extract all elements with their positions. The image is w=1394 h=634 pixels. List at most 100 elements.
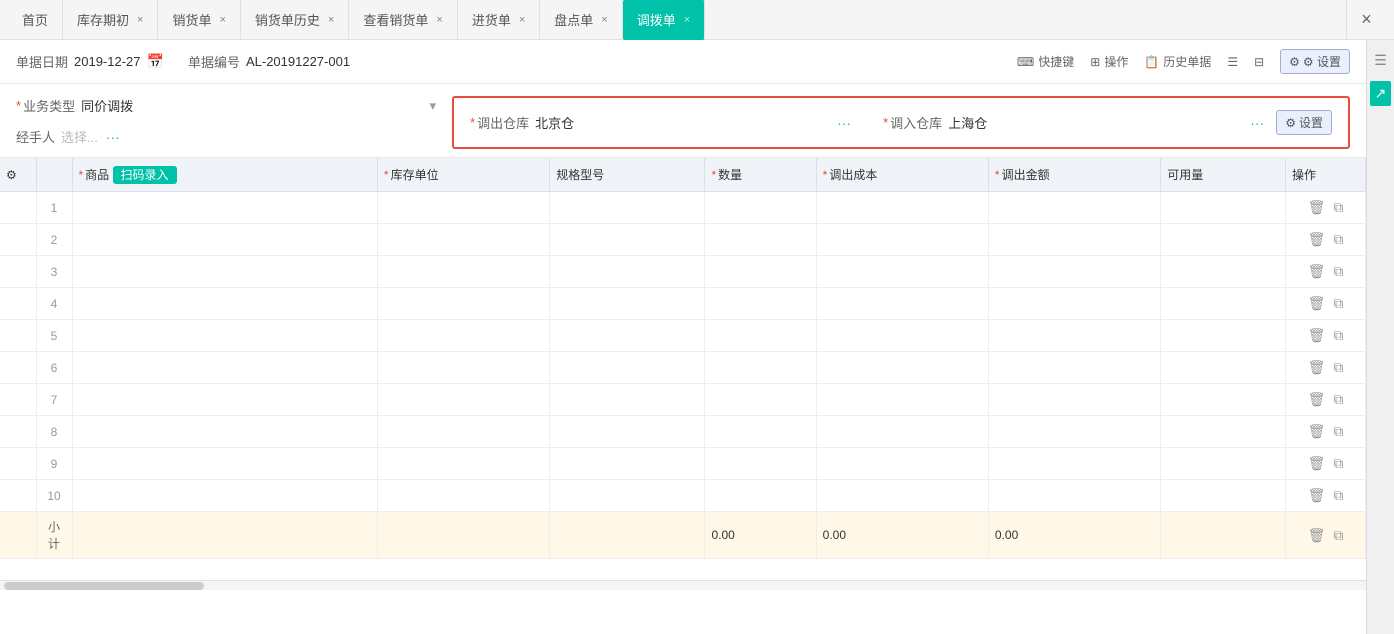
col-header-settings[interactable]: ⚙ <box>0 158 36 192</box>
row-available-5[interactable] <box>1161 320 1286 352</box>
scroll-thumb[interactable] <box>4 582 204 590</box>
row-cost-2[interactable] <box>816 224 988 256</box>
copy-icon-2[interactable]: ⧉ <box>1333 231 1343 248</box>
sidebar-export-icon[interactable]: ↗ <box>1370 81 1392 106</box>
row-spec-10[interactable] <box>550 480 705 512</box>
calendar-icon[interactable]: 📅 <box>147 53 164 70</box>
biz-type-value-container[interactable]: 同价调拨 ▾ <box>81 96 436 115</box>
row-cost-8[interactable] <box>816 416 988 448</box>
row-qty-11[interactable]: 0.00 <box>705 512 816 559</box>
row-unit-2[interactable] <box>377 224 549 256</box>
delete-icon-4[interactable]: 🗑 <box>1308 295 1326 312</box>
row-cost-9[interactable] <box>816 448 988 480</box>
row-product-4[interactable] <box>72 288 377 320</box>
copy-icon-1[interactable]: ⧉ <box>1333 199 1343 216</box>
row-cost-11[interactable]: 0.00 <box>816 512 988 559</box>
row-unit-11[interactable] <box>377 512 549 559</box>
row-qty-2[interactable] <box>705 224 816 256</box>
row-cost-6[interactable] <box>816 352 988 384</box>
row-amount-1[interactable] <box>988 192 1160 224</box>
tab-home[interactable]: 首页 <box>8 0 63 40</box>
row-spec-7[interactable] <box>550 384 705 416</box>
row-amount-10[interactable] <box>988 480 1160 512</box>
row-available-1[interactable] <box>1161 192 1286 224</box>
copy-icon-10[interactable]: ⧉ <box>1333 487 1343 504</box>
row-unit-5[interactable] <box>377 320 549 352</box>
row-spec-1[interactable] <box>550 192 705 224</box>
tab-sales-order[interactable]: 销货单 × <box>158 0 240 40</box>
row-product-9[interactable] <box>72 448 377 480</box>
row-spec-4[interactable] <box>550 288 705 320</box>
dropdown-arrow-icon[interactable]: ▾ <box>429 98 436 114</box>
row-cost-4[interactable] <box>816 288 988 320</box>
operations-button[interactable]: ⊞ 操作 <box>1090 53 1128 70</box>
delete-icon-11[interactable]: 🗑 <box>1308 527 1326 544</box>
out-warehouse-ellipsis-button[interactable]: ··· <box>837 115 851 131</box>
delete-icon-5[interactable]: 🗑 <box>1308 327 1326 344</box>
delete-icon-8[interactable]: 🗑 <box>1308 423 1326 440</box>
row-amount-11[interactable]: 0.00 <box>988 512 1160 559</box>
row-spec-9[interactable] <box>550 448 705 480</box>
row-qty-8[interactable] <box>705 416 816 448</box>
tab-sales-history[interactable]: 销货单历史 × <box>241 0 349 40</box>
row-spec-6[interactable] <box>550 352 705 384</box>
row-qty-6[interactable] <box>705 352 816 384</box>
row-amount-2[interactable] <box>988 224 1160 256</box>
row-unit-1[interactable] <box>377 192 549 224</box>
row-unit-8[interactable] <box>377 416 549 448</box>
layout-list-button[interactable]: ☰ <box>1227 55 1238 69</box>
row-unit-4[interactable] <box>377 288 549 320</box>
row-cost-7[interactable] <box>816 384 988 416</box>
copy-icon-3[interactable]: ⧉ <box>1333 263 1343 280</box>
copy-icon-7[interactable]: ⧉ <box>1333 391 1343 408</box>
row-amount-9[interactable] <box>988 448 1160 480</box>
row-cost-3[interactable] <box>816 256 988 288</box>
row-cost-5[interactable] <box>816 320 988 352</box>
row-product-10[interactable] <box>72 480 377 512</box>
row-available-4[interactable] <box>1161 288 1286 320</box>
row-unit-10[interactable] <box>377 480 549 512</box>
tab-stocktake[interactable]: 盘点单 × <box>540 0 622 40</box>
history-button[interactable]: 📋 历史单据 <box>1144 53 1211 70</box>
delete-icon-10[interactable]: 🗑 <box>1308 487 1326 504</box>
row-qty-9[interactable] <box>705 448 816 480</box>
row-qty-7[interactable] <box>705 384 816 416</box>
row-qty-5[interactable] <box>705 320 816 352</box>
warehouse-settings-button[interactable]: ⚙ 设置 <box>1276 110 1332 135</box>
row-qty-1[interactable] <box>705 192 816 224</box>
copy-icon-9[interactable]: ⧉ <box>1333 455 1343 472</box>
handler-value[interactable]: 选择... ··· <box>61 127 436 146</box>
tab-stocktake-close[interactable]: × <box>601 14 607 26</box>
row-unit-9[interactable] <box>377 448 549 480</box>
tab-transfer-close[interactable]: × <box>684 14 690 26</box>
biz-type-dropdown[interactable]: 同价调拨 ▾ <box>81 96 436 115</box>
delete-icon-6[interactable]: 🗑 <box>1308 359 1326 376</box>
tab-view-sales-close[interactable]: × <box>436 14 442 26</box>
row-spec-8[interactable] <box>550 416 705 448</box>
close-window-button[interactable]: × <box>1346 0 1386 40</box>
delete-icon-2[interactable]: 🗑 <box>1308 231 1326 248</box>
row-qty-3[interactable] <box>705 256 816 288</box>
handler-ellipsis-button[interactable]: ··· <box>106 129 120 145</box>
row-amount-8[interactable] <box>988 416 1160 448</box>
scan-button[interactable]: 扫码录入 <box>113 166 177 184</box>
tab-inventory-init-close[interactable]: × <box>137 14 143 26</box>
out-warehouse-value[interactable]: 北京仓 <box>535 113 829 132</box>
row-product-1[interactable] <box>72 192 377 224</box>
tab-purchase-close[interactable]: × <box>519 14 525 26</box>
row-qty-4[interactable] <box>705 288 816 320</box>
row-amount-6[interactable] <box>988 352 1160 384</box>
copy-icon-11[interactable]: ⧉ <box>1333 527 1343 544</box>
row-spec-2[interactable] <box>550 224 705 256</box>
delete-icon-9[interactable]: 🗑 <box>1308 455 1326 472</box>
row-product-8[interactable] <box>72 416 377 448</box>
row-cost-1[interactable] <box>816 192 988 224</box>
row-amount-5[interactable] <box>988 320 1160 352</box>
row-unit-7[interactable] <box>377 384 549 416</box>
delete-icon-1[interactable]: 🗑 <box>1308 199 1326 216</box>
tab-sales-history-close[interactable]: × <box>328 14 334 26</box>
in-warehouse-ellipsis-button[interactable]: ··· <box>1250 115 1264 131</box>
settings-button[interactable]: ⚙ ⚙ 设置 <box>1280 49 1350 74</box>
horizontal-scrollbar[interactable] <box>0 580 1366 590</box>
row-available-7[interactable] <box>1161 384 1286 416</box>
